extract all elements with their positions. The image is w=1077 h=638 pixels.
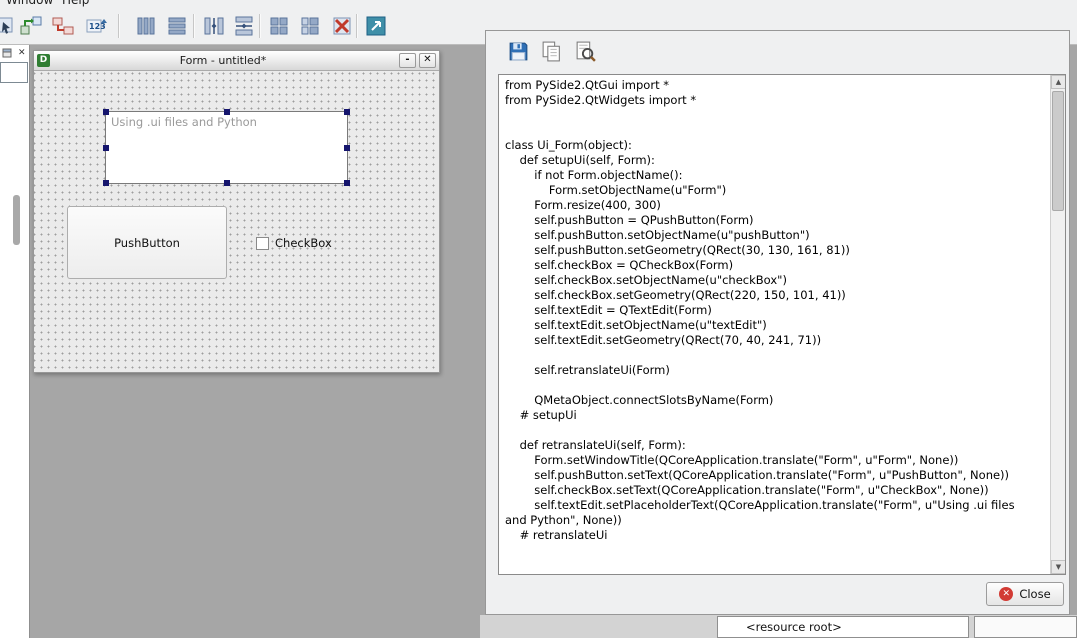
checkbox-label: CheckBox	[275, 236, 332, 250]
resize-handle-bottom-center[interactable]	[224, 180, 230, 186]
edit-buddies-icon[interactable]	[50, 13, 76, 39]
code-editor[interactable]: from PySide2.QtGui import * from PySide2…	[498, 74, 1066, 575]
resize-handle-bottom-right[interactable]	[344, 180, 350, 186]
edit-widgets-icon[interactable]	[0, 13, 18, 39]
toolbar-separator	[118, 14, 120, 38]
toolbar-separator	[356, 14, 358, 38]
edit-tab-order-icon[interactable]: 123	[84, 13, 110, 39]
resource-browser-root[interactable]: <resource root>	[717, 616, 969, 638]
close-window-button[interactable]: ✕	[419, 53, 436, 68]
lay-out-in-form-layout-icon[interactable]	[297, 13, 323, 39]
form-canvas[interactable]: Using .ui files and Python PushButton Ch…	[34, 72, 439, 372]
close-icon: ✕	[999, 587, 1013, 601]
menu-help[interactable]: Help	[62, 0, 89, 7]
save-icon[interactable]	[505, 38, 531, 64]
code-preview-dialog: from PySide2.QtGui import * from PySide2…	[485, 30, 1070, 615]
menu-window[interactable]: Window	[6, 0, 53, 7]
toolbar-separator	[259, 14, 261, 38]
close-button[interactable]: ✕ Close	[986, 582, 1064, 606]
resize-handle-top-center[interactable]	[224, 109, 230, 115]
widget-filter-input[interactable]	[0, 62, 28, 83]
checkbox-indicator[interactable]	[256, 237, 269, 250]
form-window-icon: D	[37, 54, 50, 67]
textedit-placeholder: Using .ui files and Python	[106, 112, 347, 132]
close-button-label: Close	[1019, 587, 1050, 601]
float-panel-icon[interactable]	[2, 48, 12, 58]
resize-handle-top-left[interactable]	[103, 109, 109, 115]
lay-out-in-grid-icon[interactable]	[266, 13, 292, 39]
widget-box-panel: ✕	[0, 45, 30, 638]
resize-handle-mid-right[interactable]	[344, 145, 350, 151]
minimize-button[interactable]: -	[399, 53, 416, 68]
lay-out-vertically-in-splitter-icon[interactable]	[231, 13, 257, 39]
resize-handle-mid-left[interactable]	[103, 145, 109, 151]
scroll-down-icon[interactable]: ▼	[1051, 560, 1066, 574]
form-designer-window: D Form - untitled* - ✕ Using .ui files a…	[33, 50, 440, 373]
code-scrollbar[interactable]: ▲ ▼	[1050, 75, 1065, 574]
checkbox-widget[interactable]: CheckBox	[256, 235, 332, 251]
lay-out-vertically-icon[interactable]	[164, 13, 190, 39]
resize-handle-bottom-left[interactable]	[103, 180, 109, 186]
copy-icon[interactable]	[538, 38, 564, 64]
panel-scrollbar-thumb[interactable]	[13, 195, 20, 245]
close-panel-icon[interactable]: ✕	[18, 48, 26, 58]
resize-handle-top-right[interactable]	[344, 109, 350, 115]
textedit-widget[interactable]: Using .ui files and Python	[105, 111, 348, 184]
resource-root-label: <resource root>	[746, 620, 842, 634]
pushbutton-widget[interactable]: PushButton	[67, 206, 227, 279]
toolbar-separator	[193, 14, 195, 38]
find-icon[interactable]	[572, 38, 598, 64]
scroll-up-icon[interactable]: ▲	[1051, 75, 1066, 89]
svg-text:123: 123	[89, 22, 106, 31]
form-window-title: Form - untitled*	[50, 54, 396, 67]
form-window-titlebar[interactable]: D Form - untitled* - ✕	[34, 51, 439, 71]
scrollbar-thumb[interactable]	[1052, 91, 1064, 211]
adjust-size-icon[interactable]	[363, 13, 389, 39]
edit-signals-slots-icon[interactable]	[18, 13, 44, 39]
generated-python-code: from PySide2.QtGui import * from PySide2…	[499, 75, 1050, 574]
lay-out-horizontally-in-splitter-icon[interactable]	[201, 13, 227, 39]
bottom-side-panel	[974, 616, 1077, 638]
lay-out-horizontally-icon[interactable]	[133, 13, 159, 39]
break-layout-icon[interactable]	[329, 13, 355, 39]
